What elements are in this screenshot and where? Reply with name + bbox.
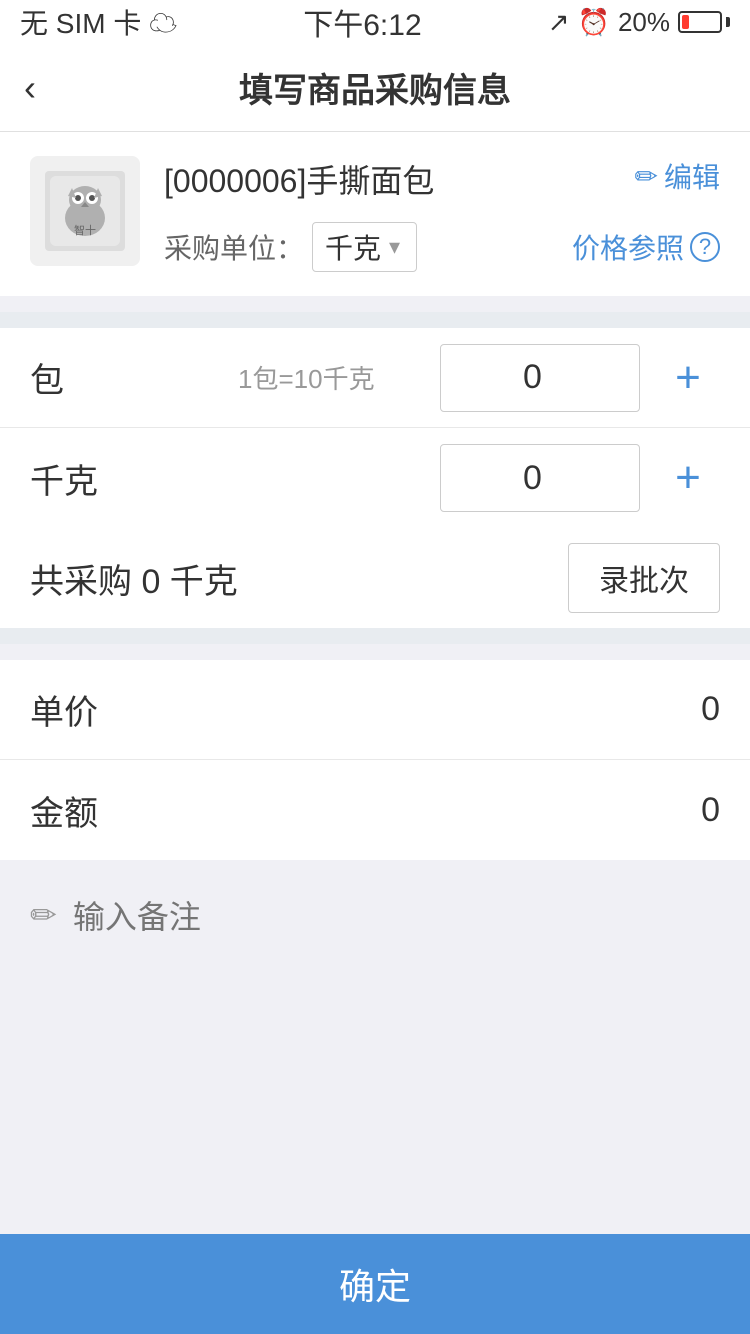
price-ref-label: 价格参照 xyxy=(572,227,684,267)
pencil-icon: ✏ xyxy=(30,896,57,934)
remark-section: ✏ xyxy=(0,862,750,996)
batch-button[interactable]: 录批次 xyxy=(568,543,720,613)
product-id: [0000006] xyxy=(164,163,306,199)
product-image: 智十 xyxy=(30,156,140,266)
status-time: 下午6:12 xyxy=(303,0,421,44)
help-icon: ? xyxy=(690,232,720,262)
edit-icon: ✏ xyxy=(635,160,658,193)
battery-indicator xyxy=(678,11,730,33)
summary-row: 共采购 0 千克 录批次 xyxy=(0,528,750,628)
edit-button[interactable]: ✏ 编辑 xyxy=(635,156,720,196)
kg-label: 千克 xyxy=(30,454,230,503)
status-bar: 无 SIM 卡 ☁ 下午6:12 ↗ ⏰ 20% xyxy=(0,0,750,44)
kg-input[interactable] xyxy=(440,444,640,512)
amount-row: 金额 0 xyxy=(0,760,750,860)
alarm-icon: ⏰ xyxy=(578,7,610,38)
product-info: [0000006]手撕面包 ✏ 编辑 采购单位： 千克 ▾ 价格参照 ? xyxy=(164,156,720,272)
product-card: 智十 [0000006]手撕面包 ✏ 编辑 采购单位： 千克 ▾ xyxy=(0,132,750,296)
section-divider-2 xyxy=(0,628,750,644)
bao-input-wrap: + xyxy=(375,344,720,412)
section-divider-1 xyxy=(0,312,750,328)
price-ref-button[interactable]: 价格参照 ? xyxy=(572,227,720,267)
unit-label: 采购单位： xyxy=(164,227,304,267)
unit-price-value: 0 xyxy=(701,690,720,729)
main-content: 智十 [0000006]手撕面包 ✏ 编辑 采购单位： 千克 ▾ xyxy=(0,132,750,1296)
chevron-down-icon: ▾ xyxy=(389,234,400,260)
content-spacer xyxy=(0,996,750,1196)
info-section: 单价 0 金额 0 xyxy=(0,660,750,860)
back-icon: ‹ xyxy=(24,67,36,109)
bao-plus-button[interactable]: + xyxy=(656,346,720,410)
product-unit-row: 采购单位： 千克 ▾ 价格参照 ? xyxy=(164,222,720,272)
status-right: ↗ ⏰ 20% xyxy=(548,7,730,38)
amount-value: 0 xyxy=(701,791,720,830)
confirm-label: 确定 xyxy=(339,1258,411,1310)
bao-label: 包 xyxy=(30,353,230,402)
summary-text: 共采购 0 千克 xyxy=(30,554,238,603)
product-name: [0000006]手撕面包 xyxy=(164,156,434,202)
sim-label: 无 SIM 卡 ☁ xyxy=(20,2,177,42)
product-title: 手撕面包 xyxy=(306,163,434,199)
back-button[interactable]: ‹ xyxy=(24,67,36,109)
status-left: 无 SIM 卡 ☁ xyxy=(20,2,177,42)
kg-input-row: 千克 + xyxy=(0,428,750,528)
confirm-button[interactable]: 确定 xyxy=(0,1234,750,1334)
unit-select[interactable]: 千克 ▾ xyxy=(312,222,417,272)
input-section: 包 1包=10千克 + 千克 + xyxy=(0,328,750,528)
kg-input-wrap: + xyxy=(230,444,720,512)
nav-bar: ‹ 填写商品采购信息 xyxy=(0,44,750,132)
bao-input-row: 包 1包=10千克 + xyxy=(0,328,750,428)
product-logo: 智十 xyxy=(50,176,120,246)
unit-price-row: 单价 0 xyxy=(0,660,750,760)
bao-sublabel: 1包=10千克 xyxy=(238,359,375,396)
remark-input[interactable] xyxy=(73,892,720,966)
svg-text:智十: 智十 xyxy=(74,223,96,237)
edit-label: 编辑 xyxy=(664,156,720,196)
kg-plus-button[interactable]: + xyxy=(656,446,720,510)
page-title: 填写商品采购信息 xyxy=(239,63,511,112)
unit-price-label: 单价 xyxy=(30,685,98,734)
location-icon: ↗ xyxy=(548,7,570,38)
amount-label: 金额 xyxy=(30,786,98,835)
bao-input[interactable] xyxy=(440,344,640,412)
battery-label: 20% xyxy=(618,7,670,38)
unit-value: 千克 xyxy=(325,227,381,267)
product-header: [0000006]手撕面包 ✏ 编辑 xyxy=(164,156,720,202)
